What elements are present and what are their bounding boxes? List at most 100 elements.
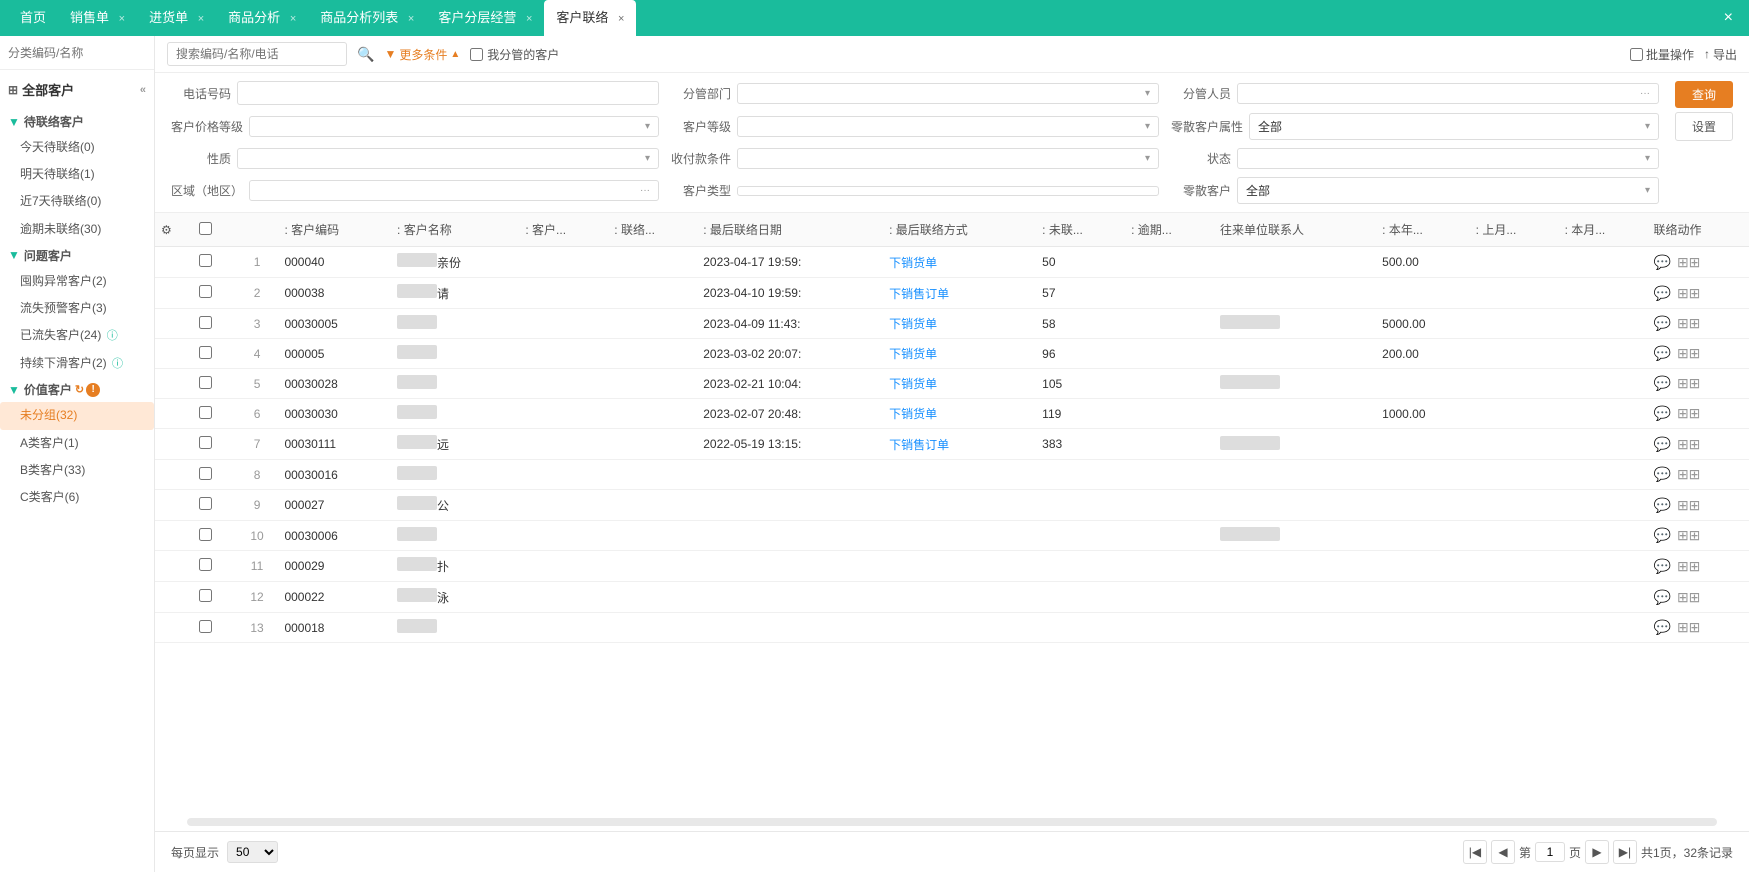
- overdue-col-header[interactable]: : 逾期...: [1125, 213, 1214, 247]
- qr-icon[interactable]: ⊞⊞: [1677, 254, 1700, 271]
- row-last-contact-method-cell[interactable]: 下销货单: [883, 247, 1036, 278]
- nav-product-analysis[interactable]: 商品分析 ×: [216, 0, 308, 36]
- close-customer-segment-icon[interactable]: ×: [526, 13, 532, 25]
- row-last-contact-method-cell[interactable]: [883, 490, 1036, 521]
- row-last-contact-method-cell[interactable]: [883, 521, 1036, 551]
- my-customers-checkbox[interactable]: [470, 48, 483, 61]
- this-month-col-header[interactable]: : 本月...: [1559, 213, 1648, 247]
- pending-title[interactable]: ▼ 待联络客户: [0, 109, 154, 134]
- sidebar-item-class-a[interactable]: A类客户(1): [0, 430, 154, 457]
- row-last-contact-method-cell[interactable]: [883, 582, 1036, 613]
- row-checkbox-cell[interactable]: [193, 613, 235, 643]
- search-input[interactable]: [167, 42, 347, 66]
- chat-icon[interactable]: 💬: [1654, 466, 1671, 483]
- name-col-header[interactable]: : 客户名称: [391, 213, 519, 247]
- contact-method-link[interactable]: 下销货单: [889, 317, 937, 331]
- chat-icon[interactable]: 💬: [1654, 405, 1671, 422]
- qr-icon[interactable]: ⊞⊞: [1677, 497, 1700, 514]
- qr-icon[interactable]: ⊞⊞: [1677, 285, 1700, 302]
- no-contact-col-header[interactable]: : 未联...: [1036, 213, 1125, 247]
- sidebar-item-class-b[interactable]: B类客户(33): [0, 457, 154, 484]
- refresh-icon[interactable]: ↻: [75, 383, 84, 396]
- row-checkbox[interactable]: [199, 316, 212, 329]
- customer-level-select[interactable]: ▾: [737, 116, 1159, 137]
- row-checkbox-cell[interactable]: [193, 460, 235, 490]
- payment-select[interactable]: ▾: [737, 148, 1159, 169]
- sidebar-item-ungroup[interactable]: 未分组(32): [0, 402, 154, 429]
- contact-method-link[interactable]: 下销货单: [889, 407, 937, 421]
- row-checkbox[interactable]: [199, 406, 212, 419]
- close-product-analysis-icon[interactable]: ×: [290, 13, 296, 25]
- more-conditions-btn[interactable]: ▼ 更多条件 ▲: [384, 46, 460, 63]
- row-checkbox-cell[interactable]: [193, 490, 235, 521]
- nav-customer-contact[interactable]: 客户联络 ×: [544, 0, 636, 36]
- company-contact-col-header[interactable]: 往来单位联系人: [1214, 213, 1376, 247]
- export-btn[interactable]: ↑ 导出: [1704, 46, 1737, 63]
- row-checkbox-cell[interactable]: [193, 399, 235, 429]
- chat-icon[interactable]: 💬: [1654, 315, 1671, 332]
- sidebar-item-tomorrow[interactable]: 明天待联络(1): [0, 161, 154, 188]
- chat-icon[interactable]: 💬: [1654, 436, 1671, 453]
- qr-icon[interactable]: ⊞⊞: [1677, 619, 1700, 636]
- prev-page-btn[interactable]: ◀: [1491, 840, 1515, 864]
- row-checkbox[interactable]: [199, 620, 212, 633]
- last-month-col-header[interactable]: : 上月...: [1470, 213, 1559, 247]
- row-last-contact-method-cell[interactable]: [883, 551, 1036, 582]
- sidebar-item-7days[interactable]: 近7天待联络(0): [0, 188, 154, 215]
- sidebar-item-overdue[interactable]: 逾期未联络(30): [0, 216, 154, 243]
- dept-select[interactable]: ▾: [737, 83, 1159, 104]
- chat-icon[interactable]: 💬: [1654, 619, 1671, 636]
- row-checkbox-cell[interactable]: [193, 582, 235, 613]
- qr-icon[interactable]: ⊞⊞: [1677, 589, 1700, 606]
- status-select[interactable]: ▾: [1237, 148, 1659, 169]
- row-last-contact-method-cell[interactable]: 下销售订单: [883, 429, 1036, 460]
- row-last-contact-method-cell[interactable]: 下销货单: [883, 369, 1036, 399]
- contact-method-link[interactable]: 下销售订单: [889, 438, 949, 452]
- row-checkbox-cell[interactable]: [193, 369, 235, 399]
- qr-icon[interactable]: ⊞⊞: [1677, 345, 1700, 362]
- first-page-btn[interactable]: |◀: [1463, 840, 1487, 864]
- contact-method-link[interactable]: 下销货单: [889, 256, 937, 270]
- sidebar-item-declining[interactable]: 持续下滑客户(2) ⓘ: [0, 350, 154, 378]
- row-checkbox[interactable]: [199, 558, 212, 571]
- sidebar-item-churn-warning[interactable]: 流失预警客户(3): [0, 295, 154, 322]
- row-checkbox-cell[interactable]: [193, 309, 235, 339]
- last-page-btn[interactable]: ▶|: [1613, 840, 1637, 864]
- next-page-btn[interactable]: ▶: [1585, 840, 1609, 864]
- chat-icon[interactable]: 💬: [1654, 497, 1671, 514]
- nav-customer-segment[interactable]: 客户分层经营 ×: [426, 0, 544, 36]
- settings-col-header[interactable]: ⚙: [155, 213, 193, 247]
- row-checkbox[interactable]: [199, 376, 212, 389]
- contact-method-link[interactable]: 下销货单: [889, 347, 937, 361]
- nature-select[interactable]: ▾: [237, 148, 659, 169]
- contact-col-header[interactable]: : 联络...: [608, 213, 697, 247]
- row-checkbox-cell[interactable]: [193, 339, 235, 369]
- nav-product-analysis-list[interactable]: 商品分析列表 ×: [308, 0, 426, 36]
- query-button[interactable]: 查询: [1675, 81, 1733, 108]
- close-product-analysis-list-icon[interactable]: ×: [408, 13, 414, 25]
- row-checkbox[interactable]: [199, 497, 212, 510]
- retail-attr-select[interactable]: 全部 ▾: [1249, 113, 1659, 140]
- row-checkbox-cell[interactable]: [193, 278, 235, 309]
- problems-title[interactable]: ▼ 问题客户: [0, 243, 154, 268]
- code-col-header[interactable]: : 客户编码: [278, 213, 391, 247]
- chat-icon[interactable]: 💬: [1654, 375, 1671, 392]
- row-checkbox-cell[interactable]: [193, 521, 235, 551]
- my-customers-checkbox-label[interactable]: 我分管的客户: [470, 46, 559, 63]
- contact-method-link[interactable]: 下销货单: [889, 377, 937, 391]
- batch-op-checkbox[interactable]: [1630, 48, 1643, 61]
- type-col-header[interactable]: : 客户...: [519, 213, 608, 247]
- last-contact-method-col-header[interactable]: : 最后联络方式: [883, 213, 1036, 247]
- row-checkbox[interactable]: [199, 285, 212, 298]
- sidebar-item-today[interactable]: 今天待联络(0): [0, 134, 154, 161]
- contact-method-link[interactable]: 下销售订单: [889, 287, 949, 301]
- row-checkbox-cell[interactable]: [193, 429, 235, 460]
- reset-button[interactable]: 设置: [1675, 112, 1733, 141]
- phone-input[interactable]: [237, 81, 659, 105]
- last-contact-date-col-header[interactable]: : 最后联络日期: [697, 213, 883, 247]
- row-last-contact-method-cell[interactable]: 下销货单: [883, 339, 1036, 369]
- close-customer-contact-icon[interactable]: ×: [618, 13, 624, 25]
- row-last-contact-method-cell[interactable]: [883, 613, 1036, 643]
- sidebar-search-input[interactable]: [8, 46, 155, 60]
- row-checkbox[interactable]: [199, 467, 212, 480]
